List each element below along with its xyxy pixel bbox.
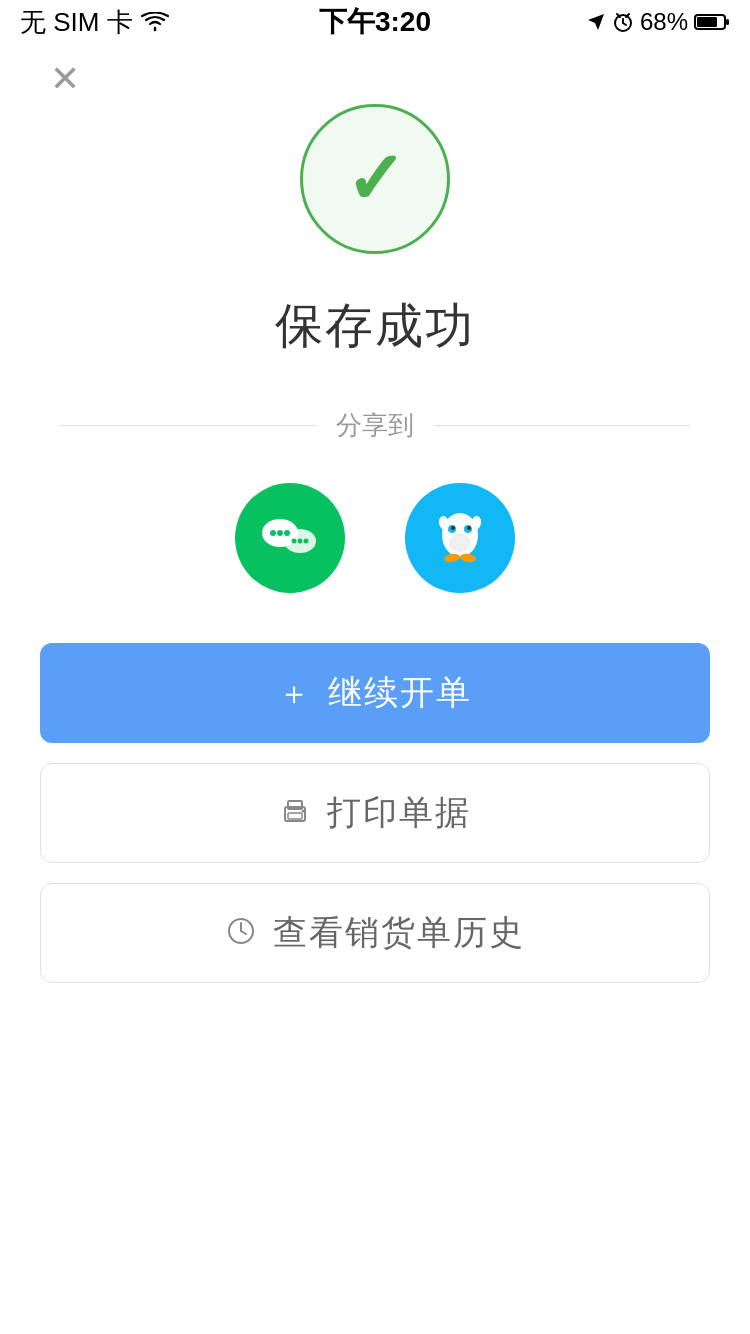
svg-line-33 xyxy=(241,931,246,934)
checkmark-icon: ✓ xyxy=(345,143,405,215)
wechat-share-button[interactable] xyxy=(235,483,345,593)
print-label: 打印单据 xyxy=(327,790,471,836)
alarm-icon xyxy=(612,11,634,33)
main-content: ✓ 保存成功 分享到 xyxy=(0,44,750,983)
continue-button[interactable]: ＋ 继续开单 xyxy=(40,643,710,743)
svg-point-12 xyxy=(284,530,290,536)
status-left: 无 SIM 卡 xyxy=(20,5,169,40)
svg-rect-7 xyxy=(726,19,729,25)
close-button[interactable]: ✕ xyxy=(40,54,90,104)
buttons-section: ＋ 继续开单 打印单据 xyxy=(0,643,750,983)
status-bar: 无 SIM 卡 下午3:20 68% xyxy=(0,0,750,44)
svg-line-2 xyxy=(623,23,626,25)
close-icon: ✕ xyxy=(50,61,80,97)
sim-status: 无 SIM 卡 xyxy=(20,5,133,40)
svg-point-30 xyxy=(302,809,305,812)
svg-point-15 xyxy=(304,539,309,544)
history-label: 查看销货单历史 xyxy=(273,910,525,956)
history-button[interactable]: 查看销货单历史 xyxy=(40,883,710,983)
status-right: 68% xyxy=(586,8,730,36)
qq-icon xyxy=(430,503,490,573)
success-title: 保存成功 xyxy=(275,294,475,358)
svg-point-22 xyxy=(449,534,471,552)
continue-label: 继续开单 xyxy=(328,670,472,716)
share-label: 分享到 xyxy=(316,408,434,443)
svg-rect-6 xyxy=(697,17,717,27)
svg-point-19 xyxy=(451,526,455,530)
divider-right xyxy=(434,425,690,426)
share-section: 分享到 xyxy=(0,408,750,593)
divider-left xyxy=(60,425,316,426)
success-circle: ✓ xyxy=(300,104,450,254)
location-icon xyxy=(586,12,606,32)
svg-point-20 xyxy=(467,526,471,530)
clock-icon xyxy=(225,915,257,952)
print-button[interactable]: 打印单据 xyxy=(40,763,710,863)
qq-share-button[interactable] xyxy=(405,483,515,593)
status-time: 下午3:20 xyxy=(319,3,431,41)
plus-icon: ＋ xyxy=(278,677,312,709)
wechat-icon xyxy=(258,511,322,565)
printer-icon xyxy=(279,795,311,832)
wifi-icon xyxy=(141,12,169,32)
share-divider: 分享到 xyxy=(0,408,750,443)
share-icons-row xyxy=(235,483,515,593)
svg-point-11 xyxy=(277,530,283,536)
svg-rect-29 xyxy=(288,813,302,819)
battery-percent: 68% xyxy=(640,8,688,36)
battery-icon xyxy=(694,13,730,31)
svg-point-13 xyxy=(292,539,297,544)
svg-point-10 xyxy=(270,530,276,536)
svg-point-14 xyxy=(298,539,303,544)
